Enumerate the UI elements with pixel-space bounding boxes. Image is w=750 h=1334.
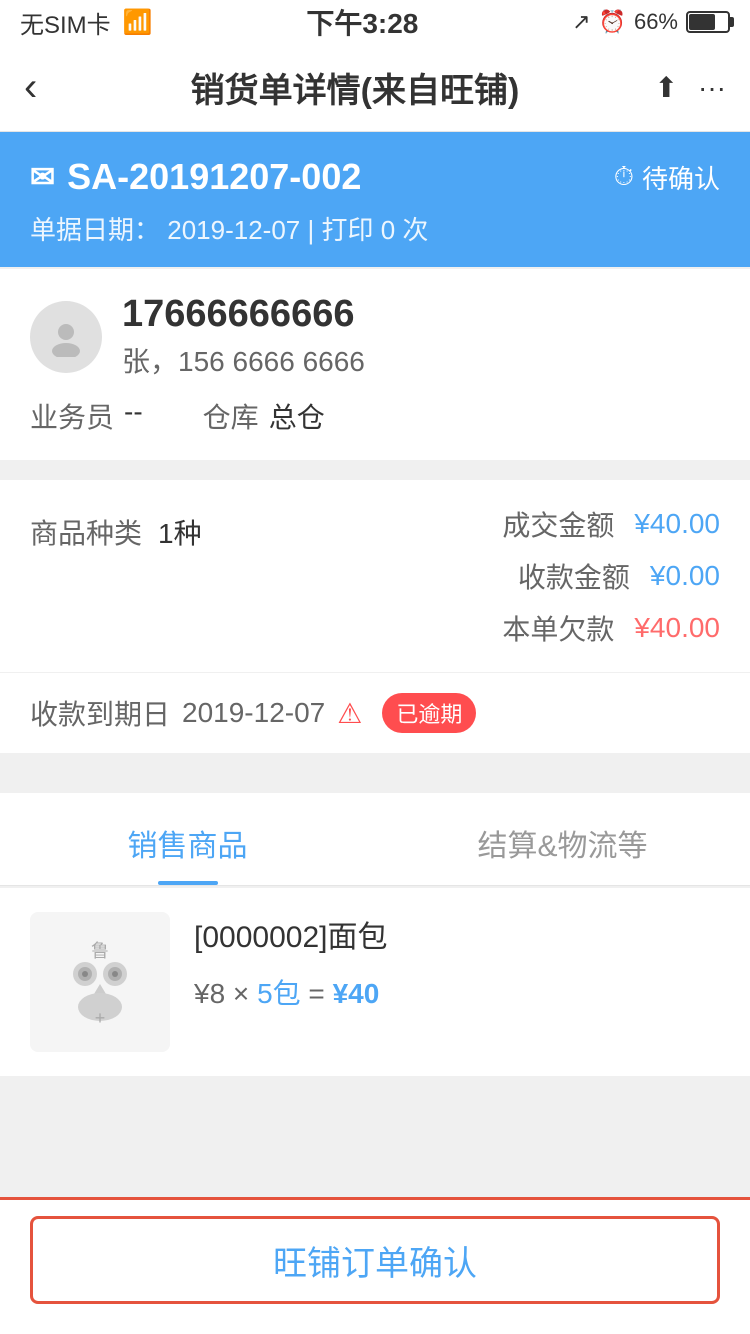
order-header: ✉ SA-20191207-002 ⏱ 待确认 单据日期： 2019-12-07…: [0, 132, 750, 267]
print-count: 打印 0 次: [321, 215, 428, 245]
customer-card: 17666666666 张，156 6666 6666 业务员 -- 仓库 总仓: [0, 269, 750, 460]
divider-1: [0, 460, 750, 480]
nav-actions: ⬆ ···: [626, 71, 726, 104]
status-right: ↗ ⏰ 66%: [572, 9, 730, 35]
price-qty: 5包: [257, 978, 301, 1009]
kind-label: 商品种类: [30, 512, 142, 552]
order-number: ✉ SA-20191207-002: [30, 156, 361, 198]
due-date-label: 收款到期日: [30, 693, 170, 733]
due-date-card: 收款到期日 2019-12-07 ⚠ 已逾期: [0, 672, 750, 753]
order-meta: 单据日期： 2019-12-07 | 打印 0 次: [30, 210, 720, 247]
overdue-badge: 已逾期: [382, 693, 476, 733]
price-total: ¥40: [333, 978, 380, 1009]
overdue-icon: ⚠: [337, 697, 362, 730]
receipt-value: ¥0.00: [650, 560, 720, 592]
tabs-container: 销售商品 结算&物流等: [0, 793, 750, 886]
due-date-value: 2019-12-07: [182, 697, 325, 729]
order-date: 2019-12-07: [167, 215, 300, 245]
share-icon[interactable]: ⬆: [655, 71, 678, 104]
summary-card: 商品种类 1种 成交金额 ¥40.00 收款金额 ¥0.00 本单欠款 ¥40.…: [0, 480, 750, 672]
order-number-text: SA-20191207-002: [67, 156, 361, 198]
svg-text:鲁: 鲁: [91, 941, 109, 961]
price-equals: =: [301, 978, 333, 1009]
back-button[interactable]: ‹: [24, 65, 84, 110]
divider-2: [0, 753, 750, 773]
status-bar: 无SIM卡 📶 下午3:28 ↗ ⏰ 66%: [0, 0, 750, 44]
wifi-icon: 📶: [123, 8, 153, 37]
product-logo: + 鲁: [50, 929, 150, 1036]
tab-settlement[interactable]: 结算&物流等: [375, 793, 750, 885]
product-section: + 鲁 [0000002]面包 ¥8 × 5包 = ¥40: [0, 888, 750, 1076]
status-left: 无SIM卡 📶: [20, 5, 153, 40]
customer-name: 张，156 6666 6666: [122, 340, 365, 380]
product-name: [0000002]面包: [194, 912, 720, 956]
price-text: ¥8 ×: [194, 978, 257, 1009]
product-info: [0000002]面包 ¥8 × 5包 = ¥40: [194, 912, 720, 1012]
confirm-order-button[interactable]: 旺铺订单确认: [30, 1216, 720, 1304]
debt-label: 本单欠款: [502, 608, 614, 648]
sales-value: --: [124, 396, 143, 436]
sales-label: 业务员: [30, 396, 114, 436]
kind-value: 1种: [158, 512, 202, 552]
footer: 旺铺订单确认: [0, 1197, 750, 1334]
battery-label: 66%: [634, 9, 678, 35]
tab-sales[interactable]: 销售商品: [0, 793, 375, 885]
customer-phone: 17666666666: [122, 293, 365, 336]
status-clock-icon: ⏱: [614, 161, 634, 193]
location-icon: ↗: [572, 9, 590, 35]
customer-avatar: [30, 301, 102, 373]
svg-text:+: +: [95, 1008, 106, 1028]
page-title: 销货单详情(来自旺铺): [84, 63, 626, 112]
time-display: 下午3:28: [306, 2, 418, 42]
customer-extra: 业务员 -- 仓库 总仓: [30, 396, 720, 436]
carrier-label: 无SIM卡: [20, 5, 111, 40]
receipt-label: 收款金额: [518, 556, 630, 596]
more-icon[interactable]: ···: [698, 72, 726, 104]
debt-value: ¥40.00: [634, 612, 720, 644]
warehouse-label: 仓库: [203, 396, 259, 436]
order-icon: ✉: [30, 160, 55, 195]
amount-value: ¥40.00: [634, 508, 720, 540]
product-thumbnail: + 鲁: [30, 912, 170, 1052]
amount-label: 成交金额: [502, 504, 614, 544]
status-label: 待确认: [642, 159, 720, 196]
battery-icon: [686, 11, 730, 33]
order-date-label: 单据日期：: [30, 215, 160, 245]
warehouse-value: 总仓: [269, 396, 325, 436]
meta-separator: |: [307, 215, 321, 245]
alarm-icon: ⏰: [599, 9, 626, 35]
nav-bar: ‹ 销货单详情(来自旺铺) ⬆ ···: [0, 44, 750, 132]
product-price: ¥8 × 5包 = ¥40: [194, 972, 720, 1012]
order-status: ⏱ 待确认: [614, 159, 720, 196]
